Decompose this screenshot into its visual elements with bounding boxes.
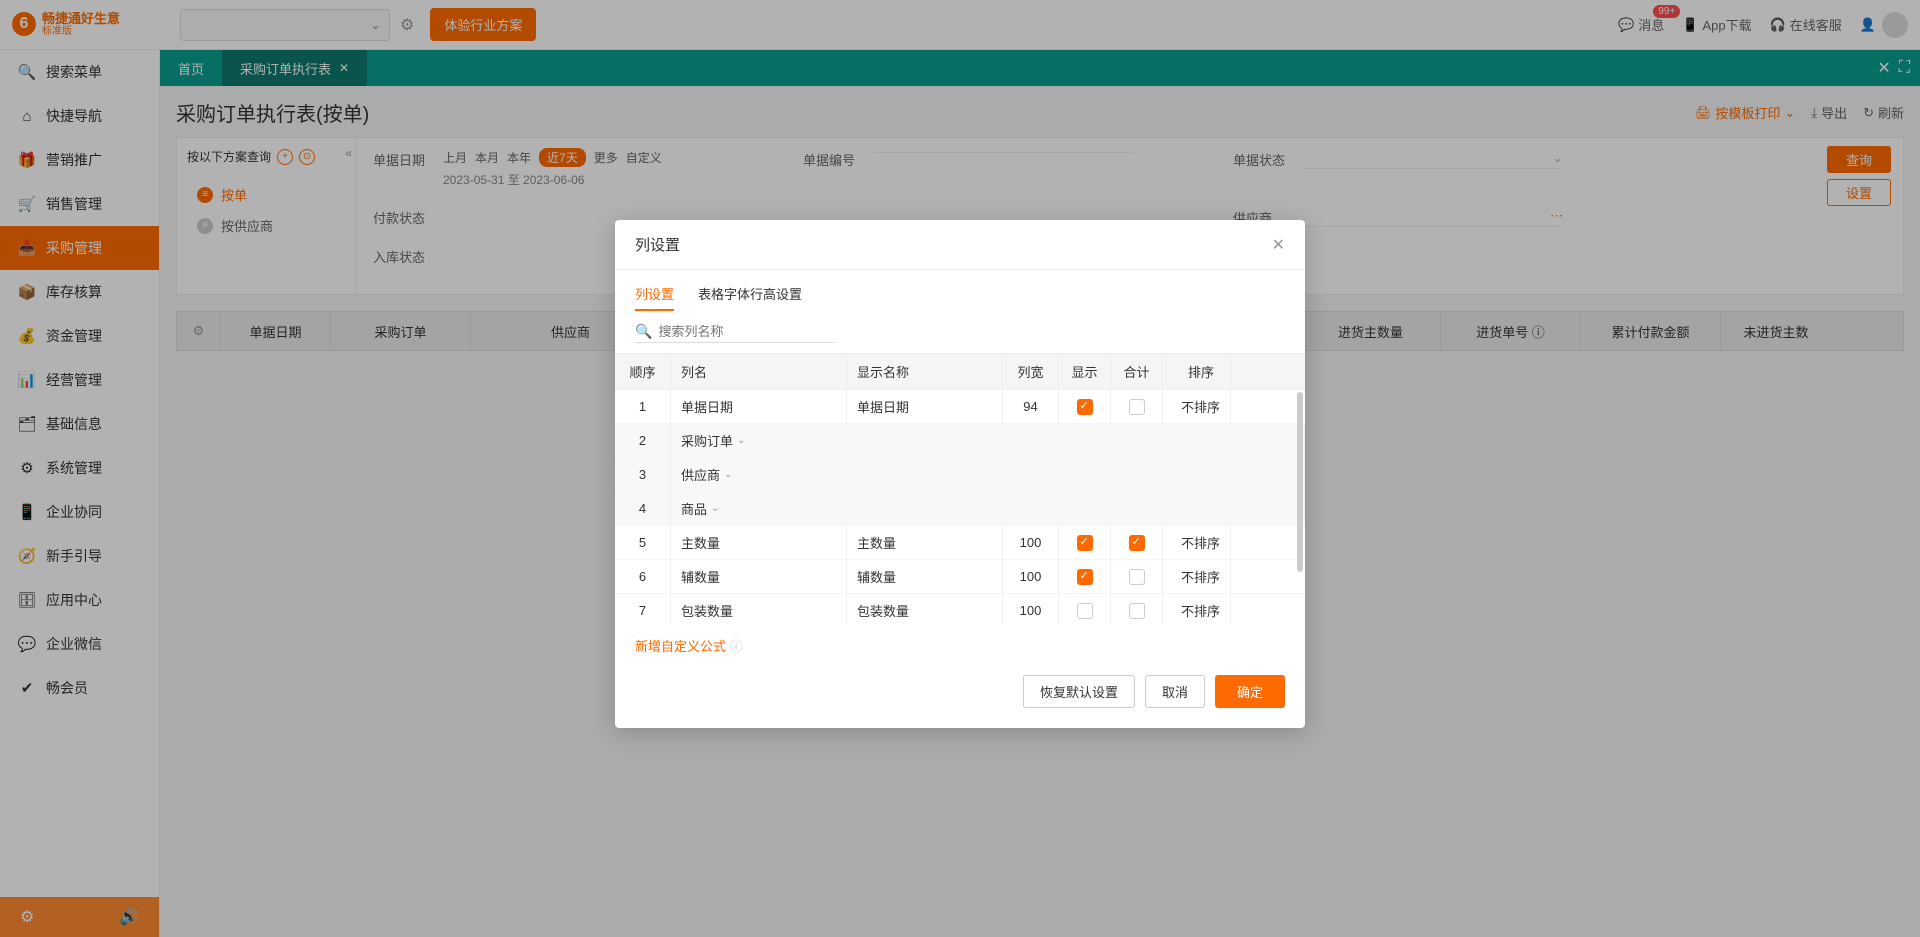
chevron-down-icon[interactable]: ⌄ [737,435,745,446]
cell-dispname[interactable]: 主数量 [847,526,1003,559]
grid-row[interactable]: 4商品⌄ [615,492,1305,526]
cell-colname: 包装数量 [671,594,847,624]
cell-order: 2 [615,424,671,457]
cell-sum[interactable] [1111,560,1163,593]
cell-colw[interactable]: 100 [1003,526,1059,559]
checkbox-sum[interactable] [1129,535,1145,551]
add-formula-link[interactable]: 新增自定义公式 [635,639,726,654]
cell-colw[interactable]: 100 [1003,594,1059,624]
grid-row[interactable]: 1单据日期单据日期94不排序 [615,390,1305,424]
search-box[interactable]: 🔍 [635,321,835,343]
cell-order: 4 [615,492,671,525]
cell-order: 3 [615,458,671,491]
gh-show: 显示 [1059,354,1111,389]
modal-actions: 恢复默认设置 取消 确定 [615,667,1305,728]
cell-dispname[interactable]: 包装数量 [847,594,1003,624]
modal-title: 列设置 [635,234,680,255]
cell-sum[interactable] [1111,390,1163,423]
cell-colname: 辅数量 [671,560,847,593]
modal-tabs: 列设置 表格字体行高设置 [615,270,1305,317]
modal-tab-columns[interactable]: 列设置 [635,284,674,311]
cell-dispname[interactable]: 辅数量 [847,560,1003,593]
cell-colw[interactable]: 94 [1003,390,1059,423]
gh-sort: 排序 [1163,354,1231,389]
cell-show[interactable] [1059,390,1111,423]
modal-tab-font[interactable]: 表格字体行高设置 [698,284,802,311]
grid-row[interactable]: 6辅数量辅数量100不排序 [615,560,1305,594]
checkbox-sum[interactable] [1129,569,1145,585]
modal-search: 🔍 [615,317,1305,353]
chevron-down-icon[interactable]: ⌄ [724,469,732,480]
checkbox-show[interactable] [1077,399,1093,415]
grid-head: 顺序 列名 显示名称 列宽 显示 合计 排序 [615,353,1305,390]
cell-colname: 单据日期 [671,390,847,423]
checkbox-sum[interactable] [1129,399,1145,415]
cell-sort[interactable]: 不排序 [1163,594,1231,624]
cell-show[interactable] [1059,526,1111,559]
cell-groupname: 采购订单⌄ [671,424,1305,457]
cell-order: 1 [615,390,671,423]
cell-sort[interactable]: 不排序 [1163,560,1231,593]
column-settings-modal: 列设置 ✕ 列设置 表格字体行高设置 🔍 顺序 列名 显示名称 列宽 显示 合计… [615,220,1305,728]
grid-row[interactable]: 3供应商⌄ [615,458,1305,492]
search-input[interactable] [658,324,818,339]
help-icon[interactable]: ⓘ [730,639,743,654]
cell-colname: 主数量 [671,526,847,559]
cell-order: 5 [615,526,671,559]
cell-groupname: 供应商⌄ [671,458,1305,491]
cell-groupname: 商品⌄ [671,492,1305,525]
cell-order: 6 [615,560,671,593]
scrollbar[interactable] [1297,392,1303,572]
search-icon: 🔍 [635,323,652,340]
gh-dispname: 显示名称 [847,354,1003,389]
cancel-button[interactable]: 取消 [1145,675,1205,708]
cell-sort[interactable]: 不排序 [1163,390,1231,423]
cell-dispname[interactable]: 单据日期 [847,390,1003,423]
cell-sort[interactable]: 不排序 [1163,526,1231,559]
grid-row[interactable]: 7包装数量包装数量100不排序 [615,594,1305,624]
gh-colw: 列宽 [1003,354,1059,389]
gh-sum: 合计 [1111,354,1163,389]
modal-foot-link: 新增自定义公式 ⓘ [615,624,1305,667]
cell-colw[interactable]: 100 [1003,560,1059,593]
cell-order: 7 [615,594,671,624]
gh-colname: 列名 [671,354,847,389]
close-icon[interactable]: ✕ [1272,235,1285,255]
cell-show[interactable] [1059,594,1111,624]
grid-row[interactable]: 5主数量主数量100不排序 [615,526,1305,560]
ok-button[interactable]: 确定 [1215,675,1285,708]
checkbox-show[interactable] [1077,535,1093,551]
cell-show[interactable] [1059,560,1111,593]
chevron-down-icon[interactable]: ⌄ [711,503,719,514]
grid-row[interactable]: 2采购订单⌄ [615,424,1305,458]
modal-head: 列设置 ✕ [615,220,1305,270]
restore-button[interactable]: 恢复默认设置 [1023,675,1135,708]
grid-body: 1单据日期单据日期94不排序2采购订单⌄3供应商⌄4商品⌄5主数量主数量100不… [615,390,1305,624]
checkbox-show[interactable] [1077,603,1093,619]
gh-order: 顺序 [615,354,671,389]
cell-sum[interactable] [1111,526,1163,559]
cell-sum[interactable] [1111,594,1163,624]
checkbox-sum[interactable] [1129,603,1145,619]
checkbox-show[interactable] [1077,569,1093,585]
